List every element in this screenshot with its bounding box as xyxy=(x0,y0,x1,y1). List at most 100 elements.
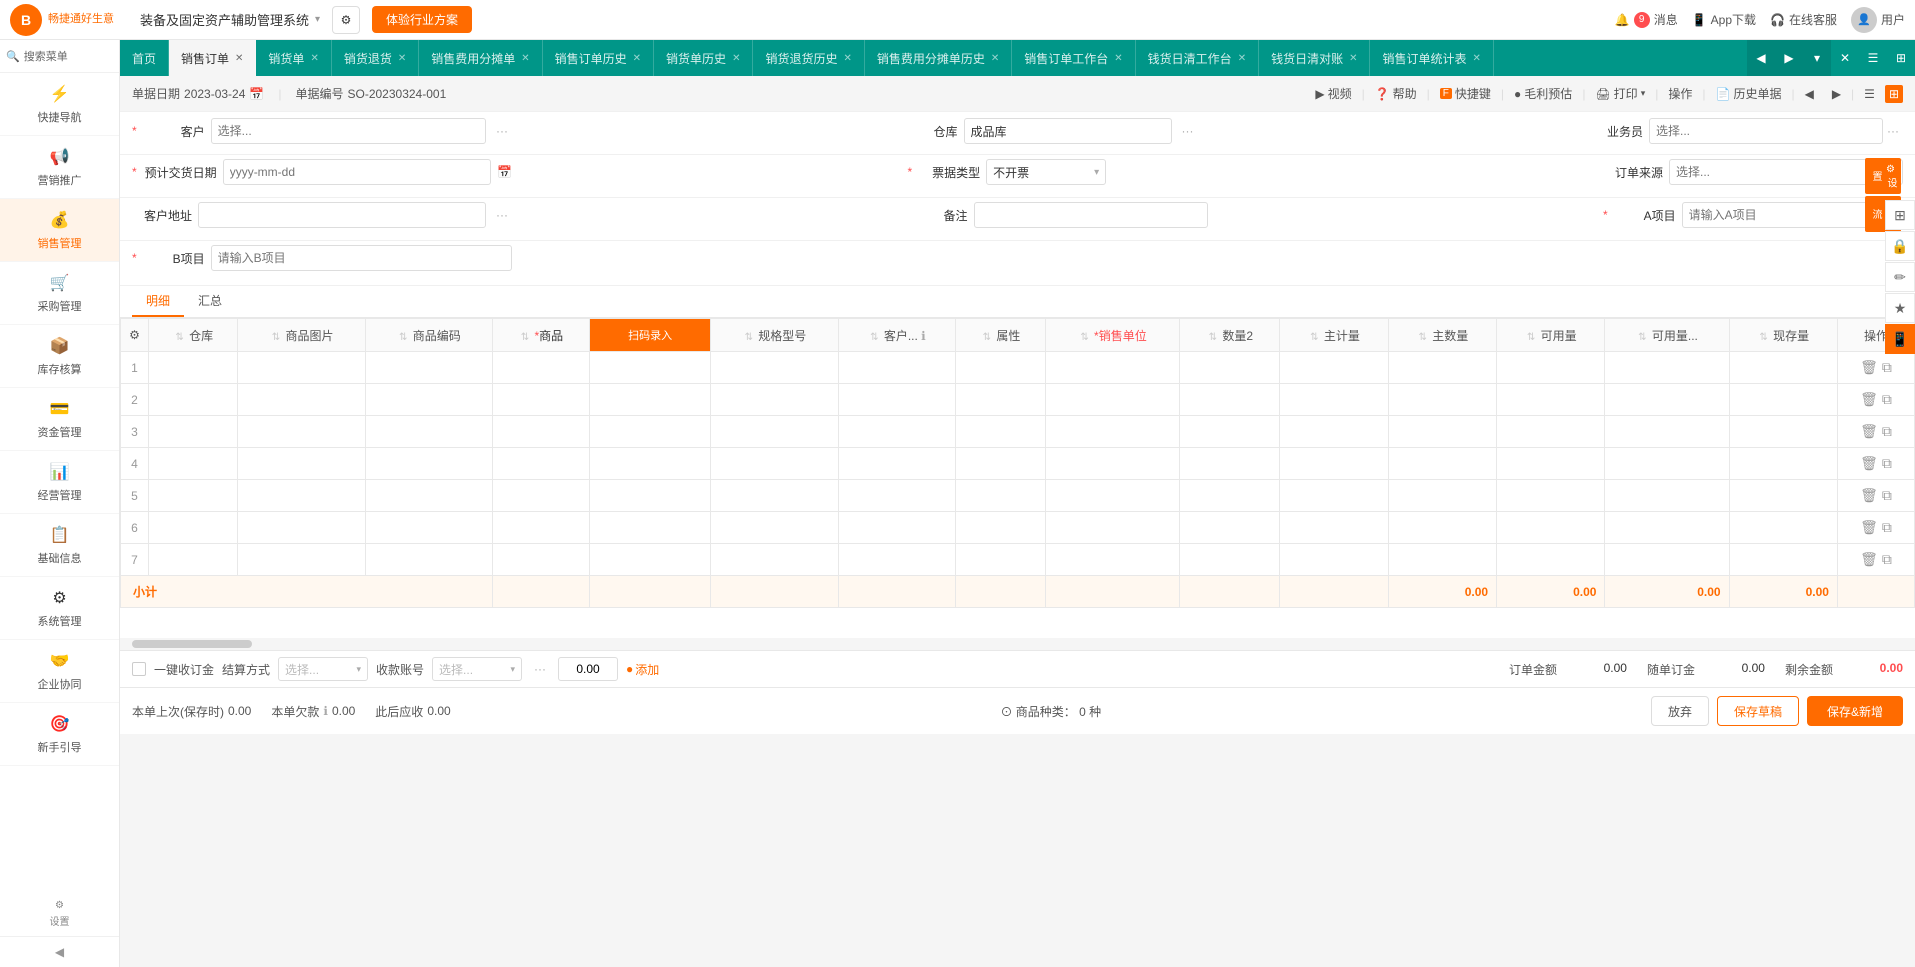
row-6-main-unit[interactable] xyxy=(1280,512,1388,544)
row-7-current-stock[interactable] xyxy=(1729,544,1837,576)
sidebar-search[interactable]: 🔍 搜索菜单 xyxy=(0,40,119,73)
print-button[interactable]: 🖨 打印 ▾ xyxy=(1587,82,1653,105)
tab-sales-expense[interactable]: 销售费用分摊单 ✕ xyxy=(419,40,542,76)
row-2-spec[interactable] xyxy=(711,384,838,416)
row-7-qty2[interactable] xyxy=(1180,544,1280,576)
tab-prev-button[interactable]: ◀ xyxy=(1747,40,1775,76)
row-2-available[interactable] xyxy=(1497,384,1605,416)
row-3-customer-code[interactable] xyxy=(838,416,956,448)
b-project-input[interactable] xyxy=(211,245,512,271)
save-draft-button[interactable]: 保存草稿 xyxy=(1717,696,1799,726)
account-more-button[interactable]: ··· xyxy=(530,662,550,676)
row-6-delete-button[interactable]: 🗑 xyxy=(1860,519,1878,536)
tab-menu-button[interactable]: ☰ xyxy=(1859,40,1887,76)
row-3-product-code[interactable] xyxy=(365,416,492,448)
account-select[interactable]: 选择... ▾ xyxy=(432,657,522,681)
row-5-qty2[interactable] xyxy=(1180,480,1280,512)
float-btn-2[interactable]: 🔒 xyxy=(1885,231,1915,261)
row-3-sales-unit[interactable] xyxy=(1045,416,1180,448)
row-7-available2[interactable] xyxy=(1605,544,1729,576)
tab-sales-stats[interactable]: 销售订单统计表 ✕ xyxy=(1370,40,1493,76)
row-4-delete-button[interactable]: 🗑 xyxy=(1860,455,1878,472)
sidebar-item-quick-nav[interactable]: ⚡ 快捷导航 xyxy=(0,73,119,136)
row-3-qty2[interactable] xyxy=(1180,416,1280,448)
row-1-warehouse[interactable] xyxy=(149,352,238,384)
row-1-qty2[interactable] xyxy=(1180,352,1280,384)
close-sales-order-history-icon[interactable]: ✕ xyxy=(633,53,641,64)
close-sales-invoice-icon[interactable]: ✕ xyxy=(310,53,318,64)
tab-next-button[interactable]: ▶ xyxy=(1775,40,1803,76)
row-3-main-qty[interactable] xyxy=(1388,416,1496,448)
tab-expense-history[interactable]: 销售费用分摊单历史 ✕ xyxy=(865,40,1012,76)
sidebar-item-guide[interactable]: 🎯 新手引导 xyxy=(0,703,119,766)
sidebar-item-operations[interactable]: 📊 经营管理 xyxy=(0,451,119,514)
row-5-warehouse[interactable] xyxy=(149,480,238,512)
tab-grid-button[interactable]: ⊞ xyxy=(1887,40,1915,76)
row-1-sales-unit[interactable] xyxy=(1045,352,1180,384)
operations-button[interactable]: 操作 xyxy=(1660,82,1700,105)
calendar-icon[interactable]: 📅 xyxy=(249,87,264,101)
row-4-attr[interactable] xyxy=(956,448,1045,480)
row-2-scan[interactable] xyxy=(589,384,710,416)
row-7-attr[interactable] xyxy=(956,544,1045,576)
row-1-product-img[interactable] xyxy=(238,352,365,384)
row-7-copy-button[interactable]: ⧉ xyxy=(1882,551,1892,568)
view-mode-list-button[interactable]: ☰ xyxy=(1856,84,1883,104)
customer-addr-input[interactable] xyxy=(198,202,486,228)
shortcut-button[interactable]: F 快捷键 xyxy=(1432,82,1499,105)
row-2-delete-button[interactable]: 🗑 xyxy=(1860,391,1878,408)
row-5-delete-button[interactable]: 🗑 xyxy=(1860,487,1878,504)
row-4-product-img[interactable] xyxy=(238,448,365,480)
row-3-product-img[interactable] xyxy=(238,416,365,448)
row-2-product[interactable] xyxy=(493,384,590,416)
row-4-warehouse[interactable] xyxy=(149,448,238,480)
row-6-available2[interactable] xyxy=(1605,512,1729,544)
row-2-sales-unit[interactable] xyxy=(1045,384,1180,416)
row-7-main-unit[interactable] xyxy=(1280,544,1388,576)
row-5-attr[interactable] xyxy=(956,480,1045,512)
row-5-available[interactable] xyxy=(1497,480,1605,512)
close-expense-history-icon[interactable]: ✕ xyxy=(991,53,999,64)
row-1-main-unit[interactable] xyxy=(1280,352,1388,384)
row-5-product-img[interactable] xyxy=(238,480,365,512)
row-7-available[interactable] xyxy=(1497,544,1605,576)
next-doc-button[interactable]: ▶ xyxy=(1824,84,1849,104)
system-dropdown-icon[interactable]: ▾ xyxy=(315,14,320,25)
sidebar-item-collaboration[interactable]: 🤝 企业协同 xyxy=(0,640,119,703)
tab-return-history[interactable]: 销货退货历史 ✕ xyxy=(753,40,864,76)
row-5-current-stock[interactable] xyxy=(1729,480,1837,512)
row-1-delete-button[interactable]: 🗑 xyxy=(1860,359,1878,376)
row-3-scan[interactable] xyxy=(589,416,710,448)
amount-input[interactable] xyxy=(558,657,618,681)
profit-forecast-button[interactable]: ● 毛利预估 xyxy=(1506,82,1580,105)
row-7-product-img[interactable] xyxy=(238,544,365,576)
row-5-available2[interactable] xyxy=(1605,480,1729,512)
row-2-product-code[interactable] xyxy=(365,384,492,416)
row-5-scan[interactable] xyxy=(589,480,710,512)
user-menu-button[interactable]: 👤 用户 xyxy=(1851,7,1905,33)
tab-sales-order[interactable]: 销售订单 ✕ xyxy=(169,40,256,76)
row-4-copy-button[interactable]: ⧉ xyxy=(1882,455,1892,472)
exp-date-calendar-icon[interactable]: 📅 xyxy=(497,165,512,179)
row-6-current-stock[interactable] xyxy=(1729,512,1837,544)
online-service-button[interactable]: 🎧 在线客服 xyxy=(1770,11,1837,28)
row-5-customer-code[interactable] xyxy=(838,480,956,512)
row-3-spec[interactable] xyxy=(711,416,838,448)
row-5-spec[interactable] xyxy=(711,480,838,512)
row-3-main-unit[interactable] xyxy=(1280,416,1388,448)
float-btn-3[interactable]: ✏ xyxy=(1885,262,1915,292)
row-4-available[interactable] xyxy=(1497,448,1605,480)
row-5-copy-button[interactable]: ⧉ xyxy=(1882,487,1892,504)
row-7-delete-button[interactable]: 🗑 xyxy=(1860,551,1878,568)
row-7-product[interactable] xyxy=(493,544,590,576)
view-mode-grid-button[interactable]: ⊞ xyxy=(1885,85,1903,103)
sidebar-item-sales[interactable]: 💰 销售管理 xyxy=(0,199,119,262)
scan-entry-button[interactable]: 扫码录入 xyxy=(620,325,680,345)
float-btn-5[interactable]: 📱 xyxy=(1885,324,1915,354)
col-settings[interactable]: ⚙ xyxy=(121,319,149,352)
row-3-available2[interactable] xyxy=(1605,416,1729,448)
warehouse-more-button[interactable]: ··· xyxy=(1178,124,1198,138)
row-5-main-qty[interactable] xyxy=(1388,480,1496,512)
history-docs-button[interactable]: 📄 历史单据 xyxy=(1707,82,1789,105)
customer-more-button[interactable]: ··· xyxy=(492,124,512,138)
